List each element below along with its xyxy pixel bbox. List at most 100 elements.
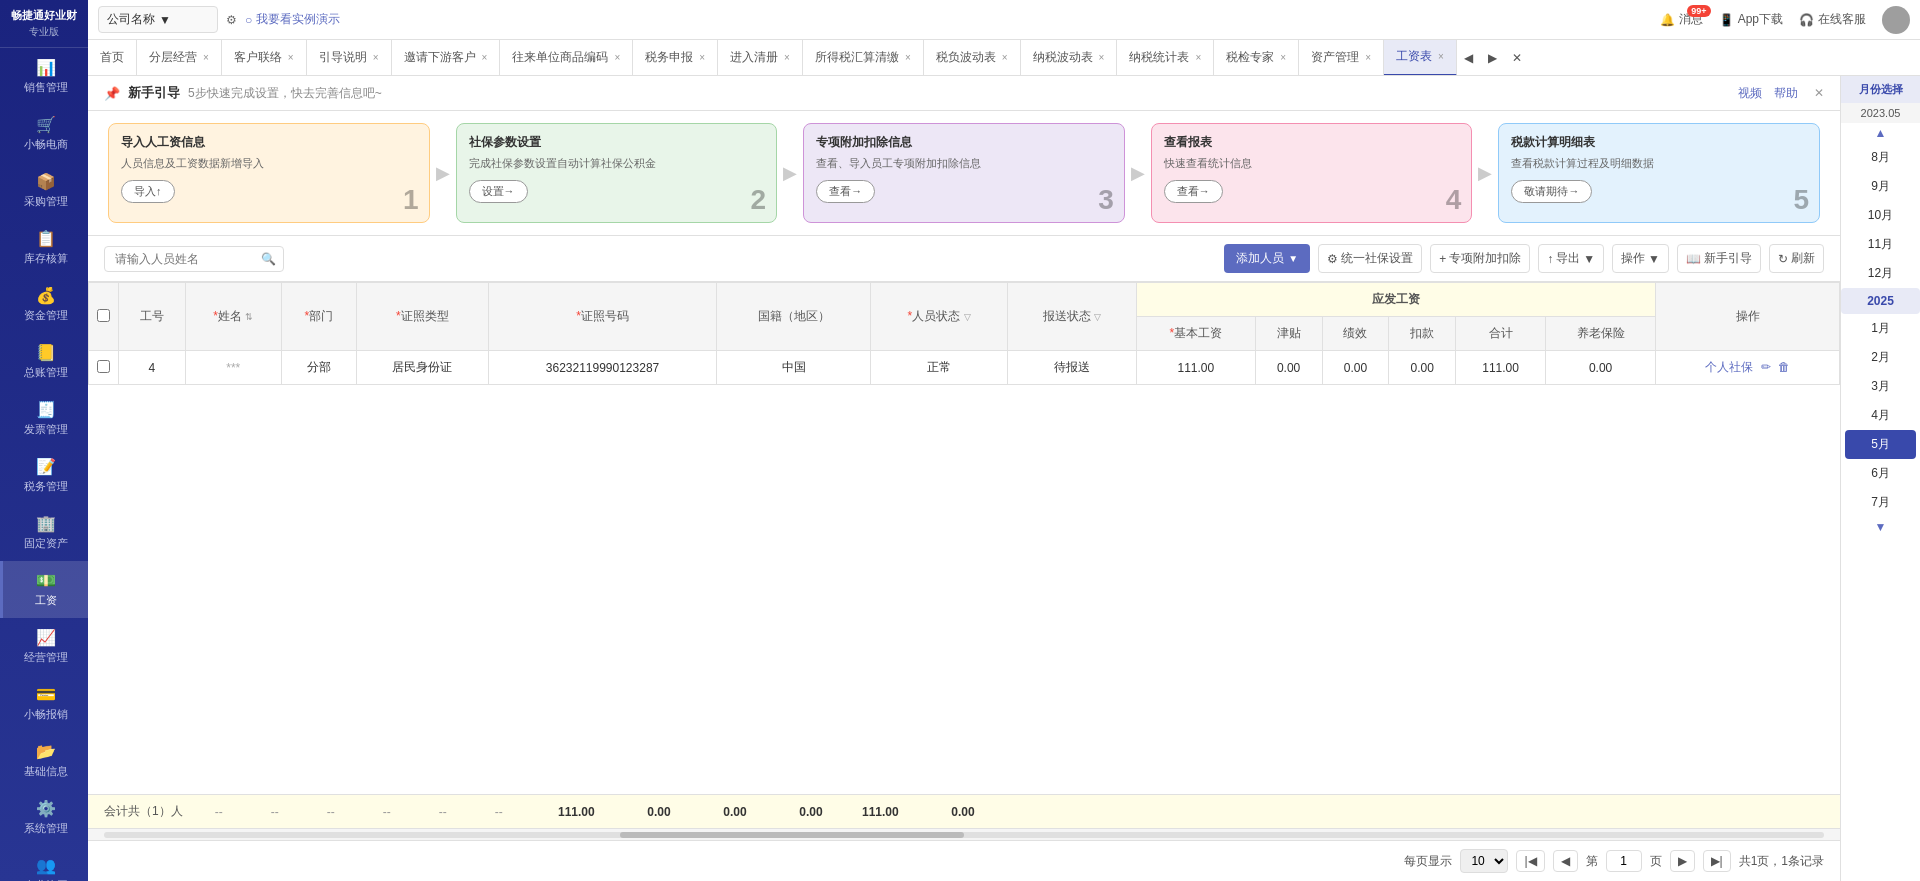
sidebar-item-ecommerce[interactable]: 🛒 小畅电商 [0, 105, 88, 162]
sidebar-item-assets[interactable]: 🏢 固定资产 [0, 504, 88, 561]
tab-close-icon[interactable]: × [1438, 51, 1444, 62]
tab-asset-mgmt[interactable]: 资产管理 × [1299, 40, 1384, 76]
next-page-btn[interactable]: ▶ [1670, 850, 1695, 872]
sidebar-item-invoice[interactable]: 🧾 发票管理 [0, 390, 88, 447]
sidebar-item-report[interactable]: 💳 小畅报销 [0, 675, 88, 732]
tab-tax-calc[interactable]: 所得税汇算清缴 × [803, 40, 924, 76]
tab-close-icon[interactable]: × [1365, 52, 1371, 63]
tab-salary[interactable]: 工资表 × [1384, 40, 1457, 76]
sidebar-item-salary[interactable]: 💵 工资 [0, 561, 88, 618]
sidebar-item-collab[interactable]: 👥 企业协同 [0, 846, 88, 881]
sidebar-item-basic[interactable]: 📂 基础信息 [0, 732, 88, 789]
tab-close-icon[interactable]: × [1195, 52, 1201, 63]
guide-video-btn[interactable]: 视频 [1738, 85, 1762, 102]
month-item-8[interactable]: 8月 [1841, 143, 1920, 172]
step-2-btn[interactable]: 设置→ [469, 180, 528, 203]
company-selector[interactable]: 公司名称 ▼ [98, 6, 218, 33]
tab-customer[interactable]: 客户联络 × [222, 40, 307, 76]
tab-next-btn[interactable]: ▶ [1481, 40, 1505, 76]
tab-tax-stat[interactable]: 纳税波动表 × [1021, 40, 1118, 76]
month-item-10[interactable]: 10月 [1841, 201, 1920, 230]
month-up-btn[interactable]: ▲ [1841, 123, 1920, 143]
first-page-btn[interactable]: |◀ [1516, 850, 1544, 872]
month-item-3[interactable]: 3月 [1841, 372, 1920, 401]
row-checkbox[interactable] [97, 360, 110, 373]
app-download-btn[interactable]: 📱 App下载 [1719, 11, 1783, 28]
operations-btn[interactable]: 操作 ▼ [1612, 244, 1669, 273]
tab-close-icon[interactable]: × [288, 52, 294, 63]
tab-clearance[interactable]: 进入清册 × [718, 40, 803, 76]
guide-close-btn[interactable]: ✕ [1814, 86, 1824, 100]
demo-button[interactable]: ○ 我要看实例演示 [245, 11, 340, 28]
sidebar-item-purchase[interactable]: 📦 采购管理 [0, 162, 88, 219]
tab-tax-sum[interactable]: 纳税统计表 × [1117, 40, 1214, 76]
tab-close-all-btn[interactable]: ✕ [1505, 40, 1529, 76]
sidebar-item-operations[interactable]: 📈 经营管理 [0, 618, 88, 675]
edit-link[interactable]: ✏ [1761, 360, 1771, 374]
select-all-checkbox[interactable] [97, 309, 110, 322]
horizontal-scrollbar[interactable] [88, 828, 1840, 840]
month-item-6[interactable]: 6月 [1841, 459, 1920, 488]
step-3-btn[interactable]: 查看→ [816, 180, 875, 203]
refresh-btn[interactable]: ↻ 刷新 [1769, 244, 1824, 273]
unified-settings-btn[interactable]: ⚙ 统一社保设置 [1318, 244, 1422, 273]
tab-guide[interactable]: 引导说明 × [307, 40, 392, 76]
month-item-11[interactable]: 11月 [1841, 230, 1920, 259]
month-item-7[interactable]: 7月 [1841, 488, 1920, 517]
last-page-btn[interactable]: ▶| [1703, 850, 1731, 872]
tab-close-icon[interactable]: × [482, 52, 488, 63]
step-4-btn[interactable]: 查看→ [1164, 180, 1223, 203]
sidebar-item-ledger[interactable]: 📒 总账管理 [0, 333, 88, 390]
month-item-12[interactable]: 12月 [1841, 259, 1920, 288]
sidebar-item-tax[interactable]: 📝 税务管理 [0, 447, 88, 504]
step-1-btn[interactable]: 导入↑ [121, 180, 175, 203]
month-item-5[interactable]: 5月 [1845, 430, 1916, 459]
tab-close-icon[interactable]: × [1099, 52, 1105, 63]
tab-close-icon[interactable]: × [614, 52, 620, 63]
name-sort-icon[interactable]: ⇅ [245, 312, 253, 322]
month-item-4[interactable]: 4月 [1841, 401, 1920, 430]
report-filter-icon[interactable]: ▽ [1094, 312, 1101, 322]
search-icon[interactable]: 🔍 [261, 252, 276, 266]
tab-tax-report[interactable]: 税务申报 × [633, 40, 718, 76]
sidebar-item-system[interactable]: ⚙️ 系统管理 [0, 789, 88, 846]
step-5-btn[interactable]: 敬请期待→ [1511, 180, 1592, 203]
guide-help-btn[interactable]: 帮助 [1774, 85, 1798, 102]
user-avatar[interactable] [1882, 6, 1910, 34]
tab-close-icon[interactable]: × [905, 52, 911, 63]
tab-close-icon[interactable]: × [1280, 52, 1286, 63]
sidebar-item-sales[interactable]: 📊 销售管理 [0, 48, 88, 105]
add-person-button[interactable]: 添加人员 ▼ [1224, 244, 1310, 273]
tab-invite[interactable]: 邀请下游客户 × [392, 40, 501, 76]
tab-tax-wave[interactable]: 税负波动表 × [924, 40, 1021, 76]
tab-home[interactable]: 首页 [88, 40, 137, 76]
tab-close-icon[interactable]: × [373, 52, 379, 63]
month-year-2025[interactable]: 2025 [1841, 288, 1920, 314]
page-input[interactable] [1606, 850, 1642, 872]
tab-close-icon[interactable]: × [784, 52, 790, 63]
page-size-select[interactable]: 10 20 50 [1460, 849, 1508, 873]
tab-prev-btn[interactable]: ◀ [1457, 40, 1481, 76]
guide-btn[interactable]: 📖 新手引导 [1677, 244, 1761, 273]
tab-division[interactable]: 分层经营 × [137, 40, 222, 76]
message-btn[interactable]: 🔔 消息 99+ [1660, 11, 1703, 28]
month-down-btn[interactable]: ▼ [1841, 517, 1920, 537]
tab-goods-code[interactable]: 往来单位商品编码 × [500, 40, 633, 76]
tab-tax-expert[interactable]: 税检专家 × [1214, 40, 1299, 76]
tab-close-icon[interactable]: × [203, 52, 209, 63]
month-item-1[interactable]: 1月 [1841, 314, 1920, 343]
tab-close-icon[interactable]: × [699, 52, 705, 63]
prev-page-btn[interactable]: ◀ [1553, 850, 1578, 872]
sidebar-item-finance[interactable]: 💰 资金管理 [0, 276, 88, 333]
online-service-btn[interactable]: 🎧 在线客服 [1799, 11, 1866, 28]
month-item-2[interactable]: 2月 [1841, 343, 1920, 372]
export-btn[interactable]: ↑ 导出 ▼ [1538, 244, 1604, 273]
tab-close-icon[interactable]: × [1002, 52, 1008, 63]
personal-insurance-link[interactable]: 个人社保 [1705, 360, 1753, 374]
delete-link[interactable]: 🗑 [1778, 360, 1790, 374]
special-deduct-btn[interactable]: + 专项附加扣除 [1430, 244, 1530, 273]
search-input[interactable] [104, 246, 284, 272]
status-filter-icon[interactable]: ▽ [964, 312, 971, 322]
month-item-9[interactable]: 9月 [1841, 172, 1920, 201]
settings-icon[interactable]: ⚙ [226, 13, 237, 27]
